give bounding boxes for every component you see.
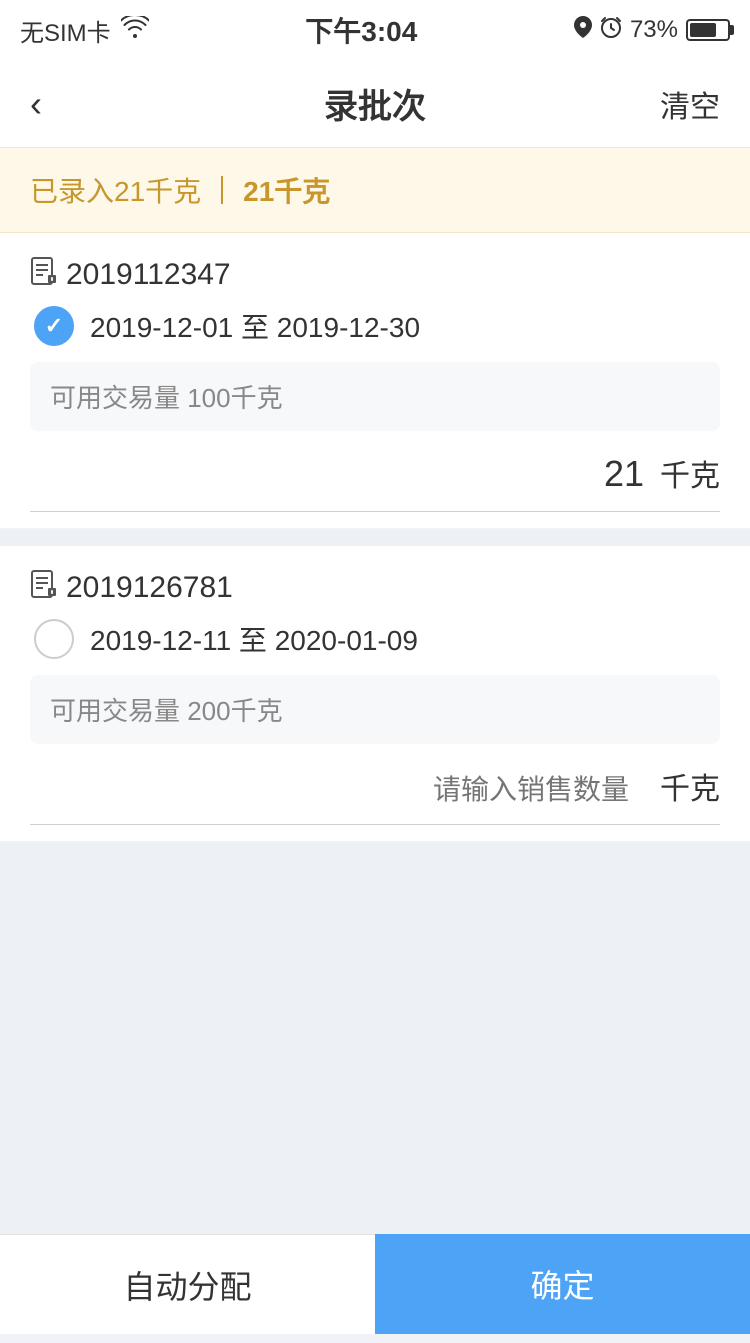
batch-card-1: 2019112347 ✓ 2019-12-01 至 2019-12-30 可用交… (0, 233, 750, 528)
batch-date-1: 2019-12-01 至 2019-12-30 (90, 306, 420, 346)
batch-id-2: 2019126781 (66, 571, 233, 605)
batch-id-row-1: 2019112347 (30, 257, 720, 292)
batch-card-2: 2019126781 2019-12-11 至 2020-01-09 可用交易量… (0, 546, 750, 841)
status-right: 73% (574, 16, 730, 45)
location-icon (574, 16, 592, 45)
batch-avail-box-1: 可用交易量 100千克 (30, 362, 720, 431)
batch-date-row-2[interactable]: 2019-12-11 至 2020-01-09 (30, 619, 720, 659)
alarm-icon (600, 16, 622, 45)
batch-date-row-1[interactable]: ✓ 2019-12-01 至 2019-12-30 (30, 306, 720, 346)
info-divider (221, 176, 223, 204)
wifi-icon (121, 16, 149, 45)
batch-date-2: 2019-12-11 至 2020-01-09 (90, 619, 418, 659)
check-icon-1: ✓ (45, 313, 63, 339)
radio-2[interactable] (34, 619, 74, 659)
batch-avail-text-1: 可用交易量 100千克 (50, 383, 283, 413)
batch-doc-icon-2 (30, 570, 58, 605)
quantity-input-row-2: 千克 (0, 744, 750, 824)
quantity-unit-1: 千克 (660, 451, 720, 495)
status-left: 无SIM卡 (20, 13, 149, 48)
bottom-buttons: 自动分配 确定 (0, 1234, 750, 1334)
quantity-unit-2: 千克 (660, 764, 720, 808)
quantity-value-1: 21 (604, 453, 644, 495)
batch-avail-box-2: 可用交易量 200千克 (30, 675, 720, 744)
empty-area (0, 843, 750, 1243)
recorded-value: 21千克 (243, 170, 330, 210)
carrier-text: 无SIM卡 (20, 13, 111, 48)
page-title: 录批次 (324, 79, 426, 128)
radio-1[interactable]: ✓ (34, 306, 74, 346)
batch-id-1: 2019112347 (66, 258, 231, 292)
battery-icon (686, 19, 730, 41)
status-bar: 无SIM卡 下午3:04 73% (0, 0, 750, 60)
info-banner: 已录入21千克 21千克 (0, 148, 750, 233)
batch-doc-icon-1 (30, 257, 58, 292)
quantity-input-2[interactable] (30, 774, 644, 806)
status-time: 下午3:04 (305, 10, 417, 50)
back-button[interactable]: ‹ (30, 83, 90, 125)
recorded-label: 已录入21千克 (30, 170, 201, 210)
quantity-row-1: 21 千克 (0, 431, 750, 511)
batch-id-row-2: 2019126781 (30, 570, 720, 605)
card-divider (0, 530, 750, 546)
batch-avail-text-2: 可用交易量 200千克 (50, 696, 283, 726)
confirm-button[interactable]: 确定 (375, 1234, 750, 1334)
clear-button[interactable]: 清空 (660, 82, 720, 126)
battery-percent: 73% (630, 16, 678, 44)
nav-bar: ‹ 录批次 清空 (0, 60, 750, 148)
main-content: 2019112347 ✓ 2019-12-01 至 2019-12-30 可用交… (0, 233, 750, 1343)
auto-distribute-button[interactable]: 自动分配 (0, 1234, 375, 1334)
